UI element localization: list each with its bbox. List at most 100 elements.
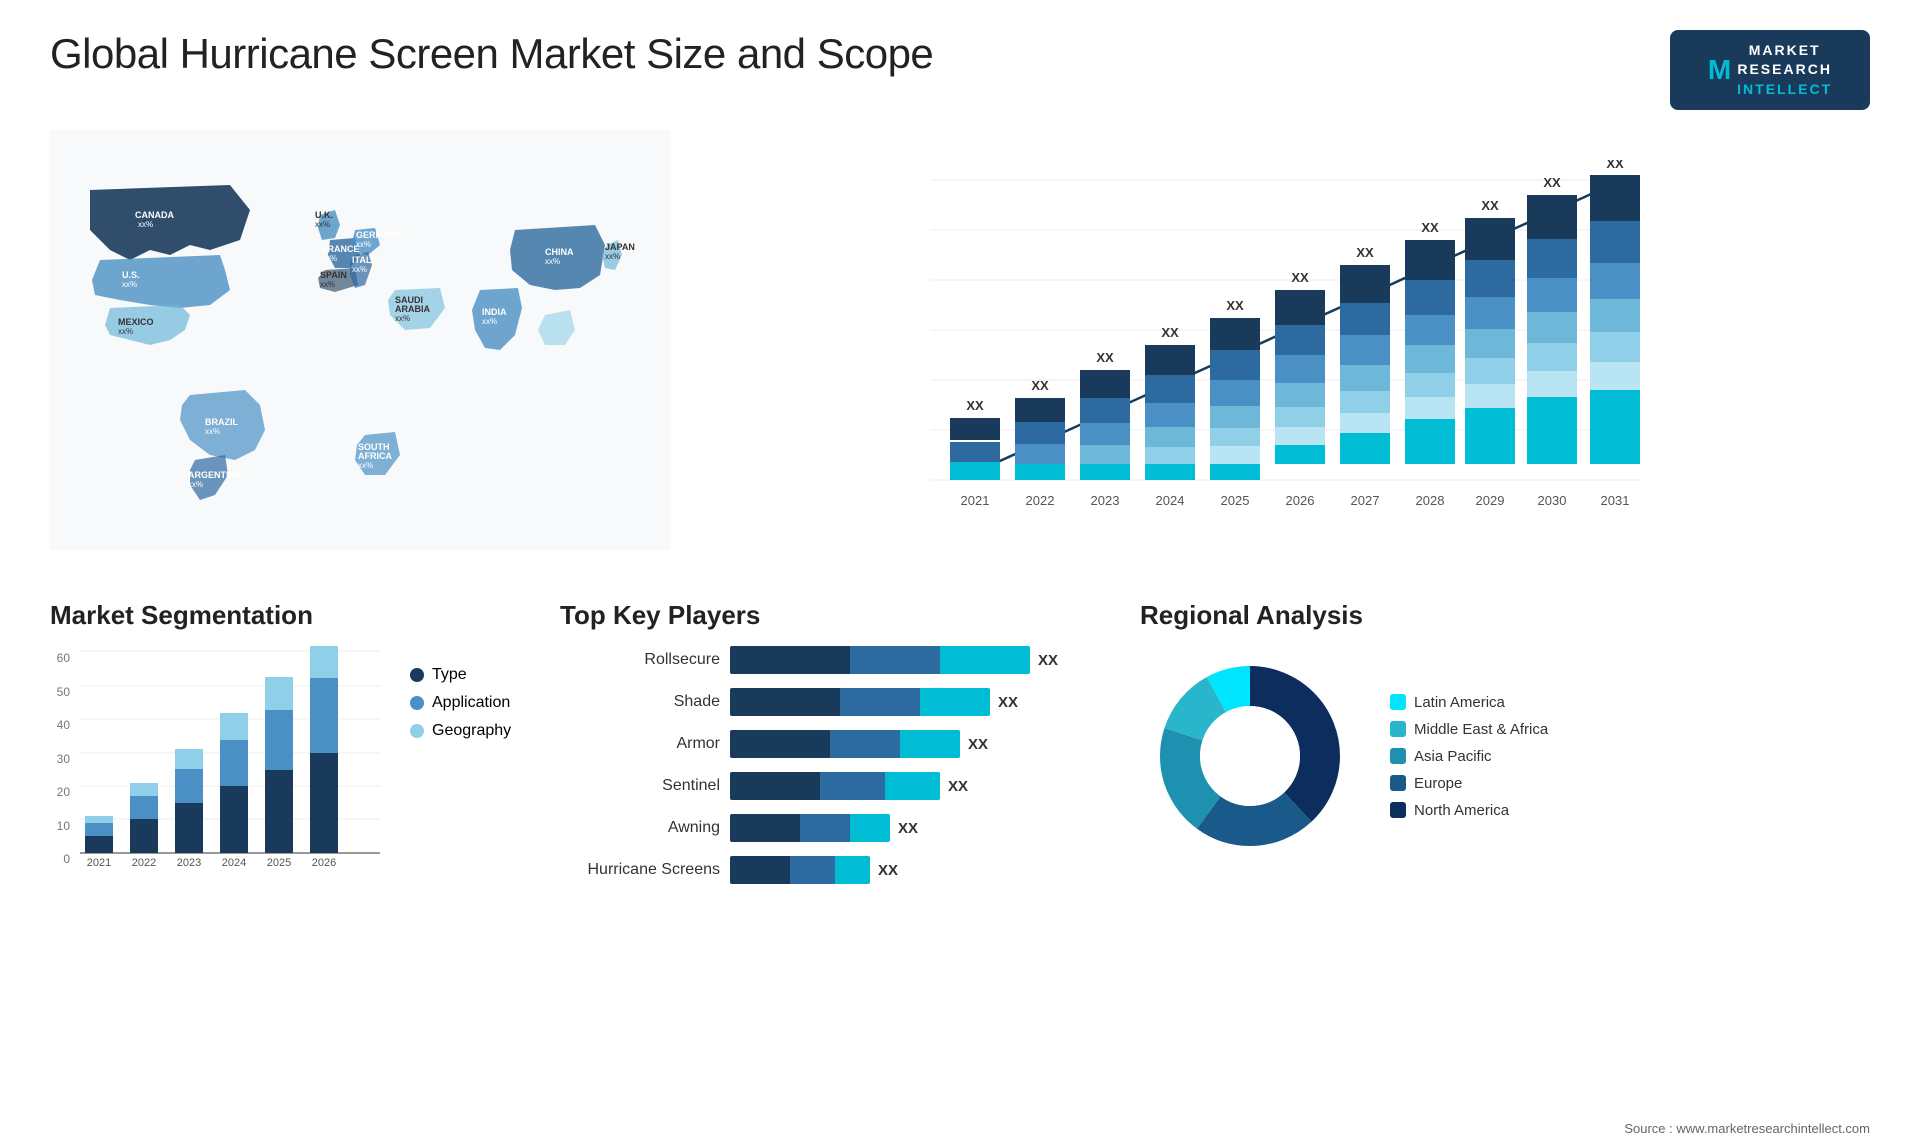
player-name-hurricane-screens: Hurricane Screens [560,861,720,879]
players-title: Top Key Players [560,600,1110,631]
donut-container: Latin America Middle East & Africa Asia … [1140,646,1870,866]
svg-text:2023: 2023 [1091,493,1120,508]
svg-text:GERMANY: GERMANY [356,230,402,240]
player-value-sentinel: XX [948,778,968,795]
player-name-awning: Awning [560,819,720,837]
svg-text:2030: 2030 [1538,493,1567,508]
svg-text:2022: 2022 [132,857,156,869]
reg-dot-europe [1390,775,1406,791]
svg-text:xx%: xx% [605,252,620,261]
svg-text:xx%: xx% [322,254,337,263]
reg-legend-north-america: North America [1390,802,1548,819]
reg-dot-asia-pacific [1390,748,1406,764]
legend-geography: Geography [410,722,511,740]
legend-geography-label: Geography [432,722,511,740]
player-name-shade: Shade [560,693,720,711]
svg-text:XX: XX [1161,325,1179,340]
reg-label-mea: Middle East & Africa [1414,721,1548,738]
player-value-shade: XX [998,694,1018,711]
logo-line1: MARKET [1737,41,1832,61]
player-value-rollsecure: XX [1038,652,1058,669]
reg-label-latin-america: Latin America [1414,694,1505,711]
player-row-awning: Awning XX [560,814,1110,842]
player-bar-armor: XX [730,730,1110,758]
player-row-hurricane-screens: Hurricane Screens XX [560,856,1110,884]
y-label-0: 0 [50,852,70,866]
svg-text:XX: XX [1421,220,1439,235]
reg-legend-asia-pacific: Asia Pacific [1390,748,1548,765]
svg-text:MEXICO: MEXICO [118,317,154,327]
reg-label-north-america: North America [1414,802,1509,819]
svg-text:2029: 2029 [1476,493,1505,508]
reg-label-asia-pacific: Asia Pacific [1414,748,1492,765]
svg-text:xx%: xx% [118,327,133,336]
svg-text:2028: 2028 [1416,493,1445,508]
header: Global Hurricane Screen Market Size and … [50,30,1870,110]
player-value-awning: XX [898,820,918,837]
legend-type-dot [410,668,424,682]
top-grid: CANADA xx% U.S. xx% MEXICO xx% BRAZIL xx… [50,130,1870,580]
y-label-40: 40 [50,718,70,732]
legend-application-label: Application [432,694,510,712]
legend-application: Application [410,694,511,712]
source-text: Source : www.marketresearchintellect.com [1624,1121,1870,1136]
svg-text:XX: XX [1606,160,1624,171]
svg-text:2026: 2026 [1286,493,1315,508]
reg-legend-latin-america: Latin America [1390,694,1548,711]
logo-line2: RESEARCH [1737,60,1832,80]
page-container: Global Hurricane Screen Market Size and … [0,0,1920,1146]
player-bar-hurricane-screens: XX [730,856,1110,884]
svg-text:XX: XX [1291,270,1309,285]
svg-text:XX: XX [1481,198,1499,213]
world-map-svg: CANADA xx% U.S. xx% MEXICO xx% BRAZIL xx… [50,130,670,550]
svg-text:CANADA: CANADA [135,210,174,220]
svg-text:SPAIN: SPAIN [320,270,347,280]
legend-type: Type [410,666,511,684]
y-label-60: 60 [50,651,70,665]
svg-text:JAPAN: JAPAN [605,242,635,252]
svg-text:XX: XX [1356,245,1374,260]
svg-text:xx%: xx% [122,280,137,289]
svg-text:xx%: xx% [188,480,203,489]
seg-legend: Type Application Geography [410,646,511,740]
svg-text:2027: 2027 [1351,493,1380,508]
page-title: Global Hurricane Screen Market Size and … [50,30,933,78]
svg-text:2026: 2026 [312,857,336,869]
y-label-30: 30 [50,752,70,766]
segmentation-chart-svg: 2021 2022 2023 2024 [80,646,380,886]
svg-text:xx%: xx% [205,427,220,436]
svg-text:xx%: xx% [358,461,373,470]
svg-text:XX: XX [1543,175,1561,190]
y-label-20: 20 [50,785,70,799]
svg-text:xx%: xx% [315,220,330,229]
regional-title: Regional Analysis [1140,600,1870,631]
svg-text:BRAZIL: BRAZIL [205,417,238,427]
bar-chart-svg: XX 2021 XX 2022 [710,160,1850,560]
svg-text:XX: XX [1096,350,1114,365]
logo-box: M MARKET RESEARCH INTELLECT [1670,30,1870,110]
reg-dot-latin-america [1390,694,1406,710]
svg-text:FRANCE: FRANCE [322,244,360,254]
player-name-sentinel: Sentinel [560,777,720,795]
svg-text:XX: XX [1226,298,1244,313]
regional-legend: Latin America Middle East & Africa Asia … [1390,694,1548,819]
player-row-armor: Armor XX [560,730,1110,758]
player-row-shade: Shade XX [560,688,1110,716]
legend-application-dot [410,696,424,710]
y-label-50: 50 [50,685,70,699]
logo-line3: INTELLECT [1737,80,1832,100]
logo-m-icon: M [1708,50,1732,89]
reg-dot-north-america [1390,802,1406,818]
svg-text:2022: 2022 [1026,493,1055,508]
regional-section: Regional Analysis [1140,600,1870,886]
svg-text:CHINA: CHINA [545,247,574,257]
svg-text:2031: 2031 [1601,493,1630,508]
y-label-10: 10 [50,819,70,833]
player-row-rollsecure: Rollsecure XX [560,646,1110,674]
svg-text:2024: 2024 [222,857,246,869]
player-bar-sentinel: XX [730,772,1110,800]
segmentation-section: Market Segmentation 60 50 40 30 20 10 0 [50,600,530,886]
player-bar-shade: XX [730,688,1110,716]
world-map-section: CANADA xx% U.S. xx% MEXICO xx% BRAZIL xx… [50,130,670,615]
svg-text:xx%: xx% [352,265,367,274]
